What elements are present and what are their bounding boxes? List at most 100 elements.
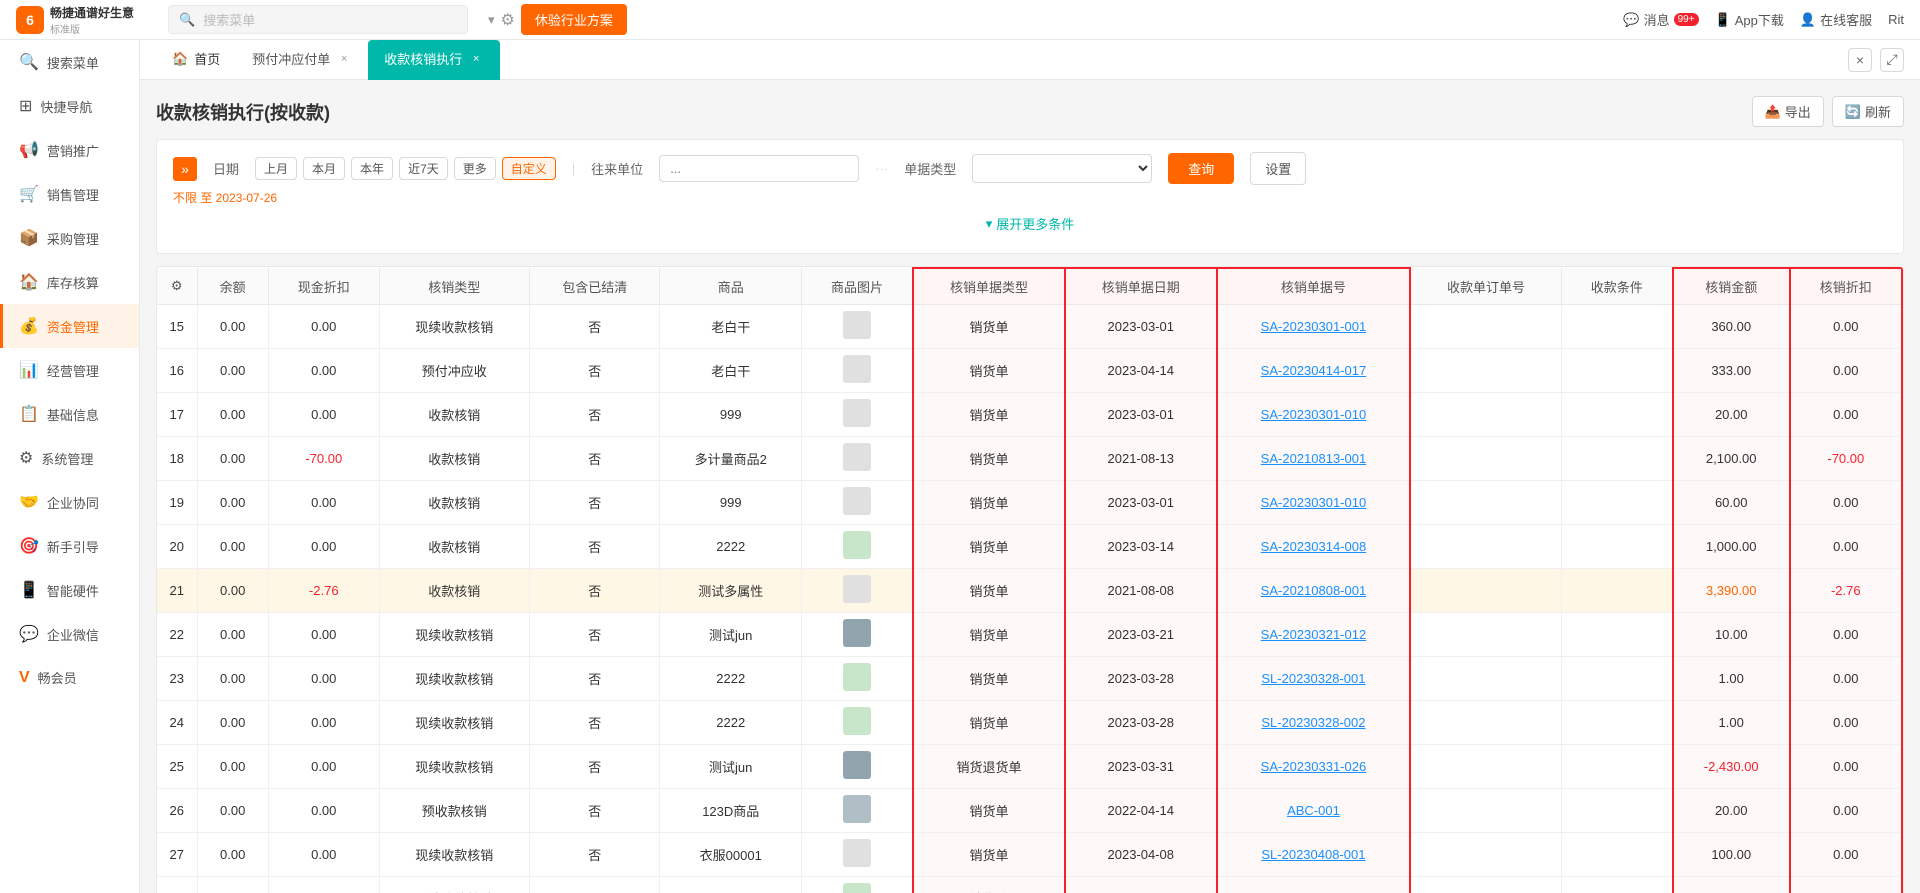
tab-prepay-close[interactable]: × [336,51,352,67]
cell-bill-no[interactable]: SA-20230314-008 [1217,525,1411,569]
cell-bill-no[interactable]: ABC-001 [1217,789,1411,833]
sidebar-item-inventory[interactable]: 🏠 库存核算 [0,260,139,304]
tab-home[interactable]: 🏠 首页 [156,40,236,80]
sidebar-item-purchase[interactable]: 📦 采购管理 [0,216,139,260]
message-badge: 99+ [1674,13,1699,26]
sidebar-item-marketing[interactable]: 📢 营销推广 [0,128,139,172]
partner-input[interactable] [659,155,859,182]
bill-no-link[interactable]: SA-20210808-001 [1261,583,1367,598]
bill-no-link[interactable]: SA-20230321-012 [1261,627,1367,642]
cell-bill-no[interactable]: SL-20230408-001 [1217,833,1411,877]
divider-1: | [572,161,575,176]
cell-bill-no[interactable]: SL-20230418-001 [1217,877,1411,893]
sidebar-item-hardware[interactable]: 📱 智能硬件 [0,568,139,612]
refresh-button[interactable]: 🔄 刷新 [1832,96,1904,127]
col-gear[interactable]: ⚙ [157,268,197,305]
cell-bill-no[interactable]: SA-20230414-017 [1217,349,1411,393]
tab-writeoff-label: 收款核销执行 [384,49,462,68]
page-content: 收款核销执行(按收款) 📤 导出 🔄 刷新 » [140,80,1920,893]
table-row: 27 0.00 0.00 现续收款核销 否 衣服00001 销货单 2023-0… [157,833,1902,877]
search-bar[interactable]: 🔍 搜索菜单 [168,5,468,34]
cell-bill-no[interactable]: SL-20230328-002 [1217,701,1411,745]
cell-bill-no[interactable]: SA-20230301-010 [1217,481,1411,525]
system-icon: ⚙ [19,448,33,468]
cell-bill-no[interactable]: SL-20230328-001 [1217,657,1411,701]
sidebar-item-enterprise[interactable]: 🤝 企业协同 [0,480,139,524]
cell-writeoff-amount: 1,000.00 [1673,525,1790,569]
sidebar-item-guide[interactable]: 🎯 新手引导 [0,524,139,568]
sidebar-item-business[interactable]: 📊 经营管理 [0,348,139,392]
page-actions: 📤 导出 🔄 刷新 [1752,96,1904,127]
cell-bill-report-type: 销货单 [913,481,1065,525]
bill-no-link[interactable]: SA-20230314-008 [1261,539,1367,554]
bill-no-link[interactable]: SA-20230301-001 [1261,319,1367,334]
user-profile[interactable]: Rit [1888,12,1904,27]
sidebar-item-search[interactable]: 🔍 搜索菜单 [0,40,139,84]
export-button[interactable]: 📤 导出 [1752,96,1824,127]
bill-no-link[interactable]: ABC-001 [1287,803,1340,818]
messages-button[interactable]: 💬 消息 99+ [1623,10,1698,29]
cell-cash-discount: 0.00 [268,481,379,525]
tab-home-label: 首页 [194,49,220,68]
cell-cash-discount: -2.76 [268,569,379,613]
bill-type-select[interactable] [972,154,1152,183]
sidebar-item-shortcut[interactable]: ⊞ 快捷导航 [0,84,139,128]
cell-bill-no[interactable]: SA-20230331-026 [1217,745,1411,789]
bill-no-link[interactable]: SL-20230408-001 [1261,847,1365,862]
bill-no-link[interactable]: SA-20230301-010 [1261,495,1367,510]
cell-bill-no[interactable]: SA-20210813-001 [1217,437,1411,481]
date-range-display: 不限 至 2023-07-26 [173,191,277,205]
logo-app-name: 畅捷通谱好生意 [50,4,134,21]
date-pill-7days[interactable]: 近7天 [399,157,448,180]
sidebar-item-basic[interactable]: 📋 基础信息 [0,392,139,436]
bill-no-link[interactable]: SA-20230301-010 [1261,407,1367,422]
bill-no-link[interactable]: SA-20230331-026 [1261,759,1367,774]
wechat-icon: 💬 [19,624,39,644]
sidebar-item-wechat[interactable]: 💬 企业微信 [0,612,139,656]
cell-writeoff-discount: 0.00 [1790,481,1902,525]
tab-expand-button[interactable]: ⤢ [1880,48,1904,72]
table-row: 20 0.00 0.00 收款核销 否 2222 销货单 2023-03-14 … [157,525,1902,569]
tab-writeoff[interactable]: 收款核销执行 × [368,40,500,80]
tab-writeoff-close[interactable]: × [468,51,484,67]
cell-bill-no[interactable]: SA-20230321-012 [1217,613,1411,657]
cell-product-img [801,569,913,613]
date-pill-this-year[interactable]: 本年 [351,157,393,180]
bill-no-link[interactable]: SL-20230328-001 [1261,671,1365,686]
cell-bill-no[interactable]: SA-20230301-010 [1217,393,1411,437]
cell-balance: 0.00 [197,657,268,701]
query-button[interactable]: 查询 [1168,153,1234,184]
cell-bill-no[interactable]: SA-20210808-001 [1217,569,1411,613]
date-pill-more[interactable]: 更多 [454,157,496,180]
cell-bill-date: 2023-03-01 [1065,305,1217,349]
collapse-button[interactable]: » [173,157,197,181]
online-service-button[interactable]: 👤 在线客服 [1800,10,1872,29]
cell-product-img [801,789,913,833]
expand-filter-button[interactable]: ▾ 展开更多条件 [173,214,1887,233]
app-download-button[interactable]: 📱 App下载 [1715,10,1784,29]
bill-no-link[interactable]: SL-20230328-002 [1261,715,1365,730]
cell-bill-date: 2023-03-28 [1065,657,1217,701]
sidebar-item-system[interactable]: ⚙ 系统管理 [0,436,139,480]
tab-close-button[interactable]: × [1848,48,1872,72]
date-pill-last-month[interactable]: 上月 [255,157,297,180]
gear-icon[interactable]: ⚙ [501,10,515,30]
sidebar-item-sales[interactable]: 🛒 销售管理 [0,172,139,216]
sidebar-item-member[interactable]: V 畅会员 [0,656,139,699]
date-pill-custom[interactable]: 自定义 [502,157,556,180]
sidebar-item-finance[interactable]: 💰 资金管理 [0,304,139,348]
date-pill-this-month[interactable]: 本月 [303,157,345,180]
cell-num: 20 [157,525,197,569]
chevron-down-icon[interactable]: ▾ [488,12,495,28]
bill-no-link[interactable]: SA-20210813-001 [1261,451,1367,466]
bill-no-link[interactable]: SA-20230414-017 [1261,363,1367,378]
app-icon: 📱 [1715,12,1731,28]
solution-button[interactable]: 休验行业方案 [521,4,627,35]
tab-prepay[interactable]: 预付冲应付单 × [236,40,368,80]
cell-product: 多计量商品2 [660,437,802,481]
cell-bill-no[interactable]: SA-20230301-001 [1217,305,1411,349]
settings-button[interactable]: 设置 [1250,152,1306,185]
table-row: 16 0.00 0.00 预付冲应收 否 老白干 销货单 2023-04-14 … [157,349,1902,393]
cell-included-settled: 否 [529,745,660,789]
cell-product-img [801,525,913,569]
